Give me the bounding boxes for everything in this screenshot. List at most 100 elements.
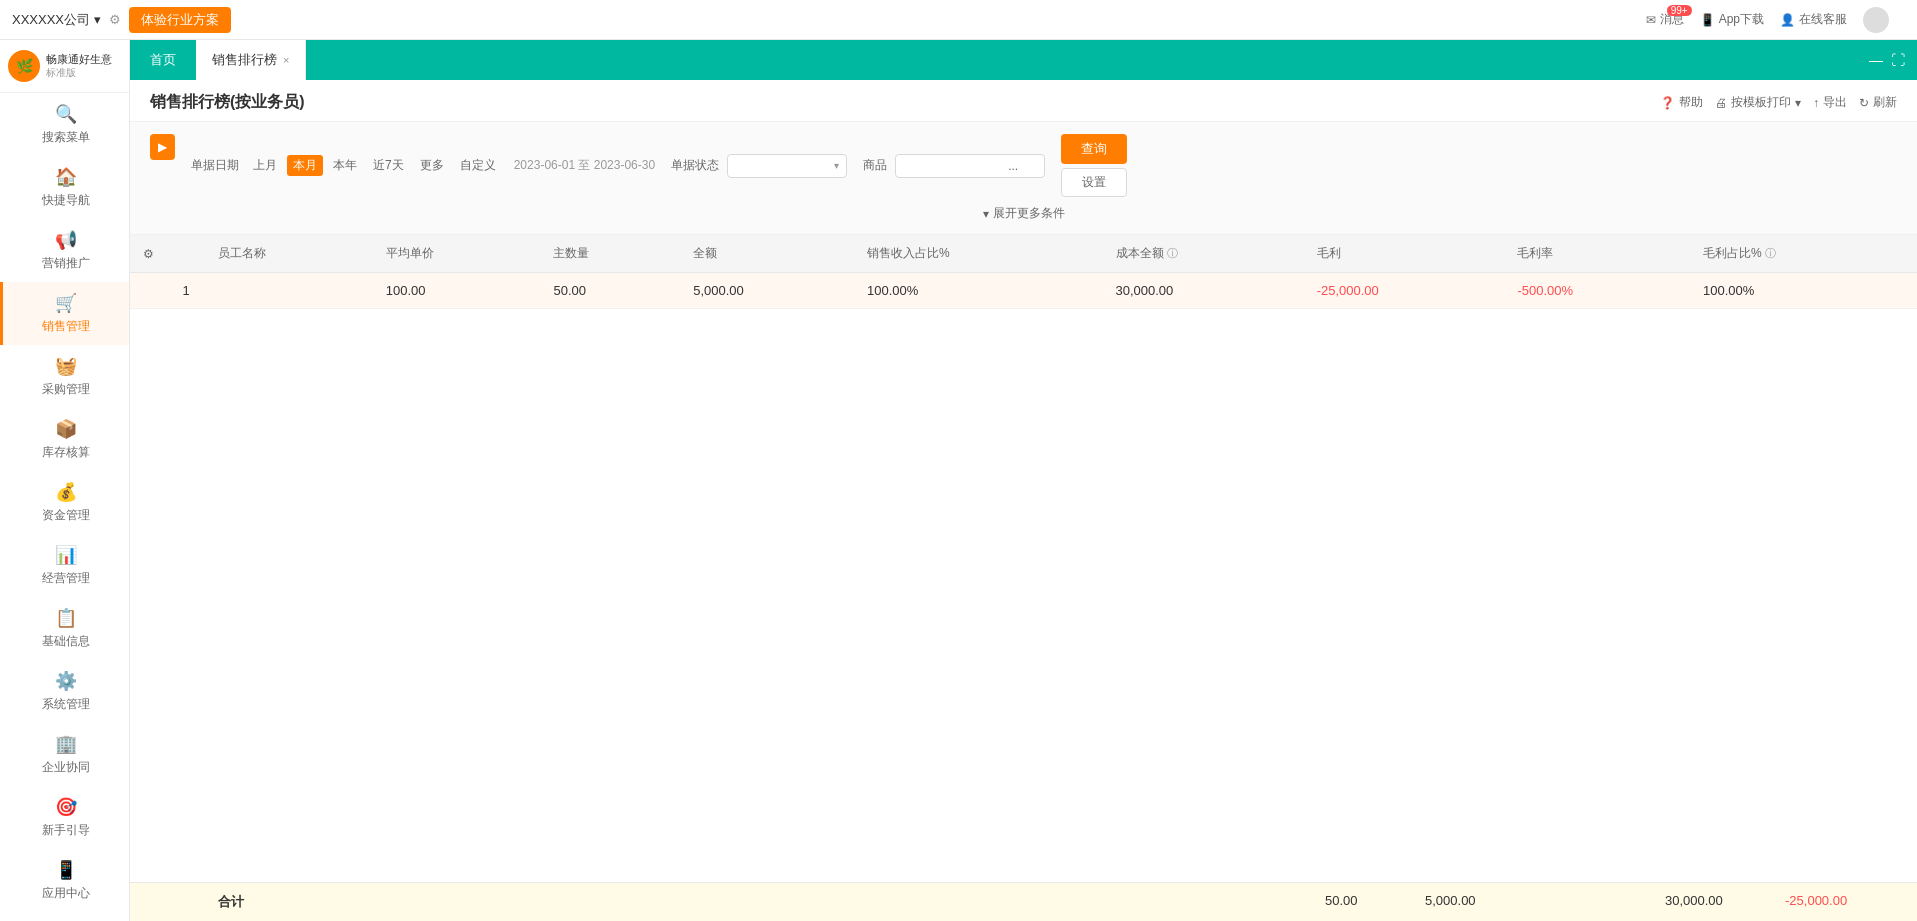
filter-expand-arrow[interactable]: ▶: [150, 134, 175, 160]
inventory-icon: 📦: [55, 418, 77, 440]
query-button[interactable]: 查询: [1061, 134, 1127, 164]
sidebar-label-finance: 资金管理: [42, 507, 90, 524]
goods-input[interactable]: ...: [895, 154, 1045, 178]
print-button[interactable]: 🖨 按模板打印 ▾: [1715, 94, 1801, 111]
print-icon: 🖨: [1715, 96, 1727, 110]
sidebar-item-operation[interactable]: 📊 经营管理: [0, 534, 129, 597]
cell-quantity: 50.00: [541, 273, 681, 309]
settings-button[interactable]: 设置: [1061, 168, 1127, 197]
sidebar-label-guide: 新手引导: [42, 822, 90, 839]
sidebar-label-sales: 销售管理: [42, 318, 90, 335]
table-row: 1 100.00 50.00: [130, 273, 1917, 309]
sidebar-item-apps[interactable]: 📱 应用中心: [0, 849, 129, 912]
sidebar: 🌿 畅康通好生意 标准版 🔍 搜索菜单 🏠 快捷导航 📢 营销推广 🛒 销售管理…: [0, 40, 130, 921]
filter-row: ▶ 单据日期 上月 本月 本年 近7天 更多 自定义 2023-: [150, 134, 1897, 197]
filter-status: 单据状态: [671, 154, 847, 178]
company-selector[interactable]: XXXXXX公司 ▾: [12, 11, 101, 29]
gear-icon-top[interactable]: ⚙: [109, 12, 121, 27]
online-service-button[interactable]: 👤 在线客服: [1780, 11, 1847, 28]
tab-home[interactable]: 首页: [130, 40, 196, 80]
cell-cost: 30,000.00: [1104, 273, 1305, 309]
tab-close-icon[interactable]: ×: [283, 54, 289, 66]
sidebar-item-purchase[interactable]: 🧺 采购管理: [0, 345, 129, 408]
date-current-month[interactable]: 本月: [287, 155, 323, 176]
date-prev-month[interactable]: 上月: [247, 155, 283, 176]
th-gross-rate: 毛利率: [1505, 235, 1691, 273]
sidebar-item-basic[interactable]: 📋 基础信息: [0, 597, 129, 660]
goods-more-icon[interactable]: ...: [1008, 159, 1018, 173]
expand-chevron-icon: ▾: [983, 207, 989, 221]
filter-area: ▶ 单据日期 上月 本月 本年 近7天 更多 自定义 2023-: [130, 122, 1917, 235]
gross-pct-info-icon[interactable]: ⓘ: [1765, 247, 1776, 259]
cell-gross-rate: -500.00%: [1505, 273, 1691, 309]
logo-area: 🌿 畅康通好生意 标准版: [0, 40, 129, 93]
app-download-button[interactable]: 📱 App下载: [1700, 11, 1764, 28]
tab-maximize-icon[interactable]: ⛶: [1891, 52, 1905, 68]
sidebar-label-basic: 基础信息: [42, 633, 90, 650]
refresh-icon: ↻: [1859, 96, 1869, 110]
sidebar-label-apps: 应用中心: [42, 885, 90, 902]
sidebar-item-enterprise[interactable]: 🏢 企业协同: [0, 723, 129, 786]
apps-icon: 📱: [55, 859, 77, 881]
expand-more-conditions[interactable]: ▾ 展开更多条件: [983, 205, 1065, 222]
tab-sales-ranking-label: 销售排行榜: [212, 51, 277, 69]
help-icon: ❓: [1660, 96, 1675, 110]
th-settings[interactable]: ⚙: [130, 235, 166, 273]
date-custom[interactable]: 自定义: [454, 155, 502, 176]
sidebar-label-enterprise: 企业协同: [42, 759, 90, 776]
sidebar-label-marketing: 营销推广: [42, 255, 90, 272]
help-button[interactable]: ❓ 帮助: [1660, 94, 1703, 111]
page-header: 销售排行榜(按业务员) ❓ 帮助 🖨 按模板打印 ▾ ↑: [130, 80, 1917, 122]
tab-right-actions: — ⛶: [1857, 40, 1917, 80]
avatar[interactable]: [1863, 7, 1889, 33]
header-actions: ❓ 帮助 🖨 按模板打印 ▾ ↑ 导出 ↻: [1660, 94, 1897, 111]
sidebar-item-marketing[interactable]: 📢 营销推广: [0, 219, 129, 282]
search-icon: 🔍: [55, 103, 77, 125]
message-icon: ✉: [1646, 13, 1656, 27]
export-button[interactable]: ↑ 导出: [1813, 94, 1847, 111]
date-7days[interactable]: 近7天: [367, 155, 410, 176]
content-area: 首页 销售排行榜 × — ⛶ 销售排行榜(按业务员) ❓ 帮助: [130, 40, 1917, 921]
sidebar-label-shortcut: 快捷导航: [42, 192, 90, 209]
table-footer: 合计 50.00 5,000.00 30,000.00 -25,000.00: [130, 882, 1917, 921]
refresh-button[interactable]: ↻ 刷新: [1859, 94, 1897, 111]
cell-gross: -25,000.00: [1305, 273, 1506, 309]
status-select-wrapper: [727, 154, 847, 178]
sidebar-item-search[interactable]: 🔍 搜索菜单: [0, 93, 129, 156]
th-quantity: 主数量: [541, 235, 681, 273]
status-select[interactable]: [727, 154, 847, 178]
cost-info-icon[interactable]: ⓘ: [1167, 247, 1178, 259]
top-right-actions: ✉ 消息 99+ 📱 App下载 👤 在线客服: [1646, 7, 1905, 33]
sidebar-item-system[interactable]: ⚙️ 系统管理: [0, 660, 129, 723]
try-industry-button[interactable]: 体验行业方案: [129, 7, 231, 33]
table-header-row: ⚙ 员工名称 平均单价 主数量: [130, 235, 1917, 273]
enterprise-icon: 🏢: [55, 733, 77, 755]
cell-avg-price: 100.00: [374, 273, 542, 309]
filter-goods: 商品 ...: [863, 154, 1045, 178]
tab-minimize-icon[interactable]: —: [1869, 52, 1883, 68]
sidebar-item-finance[interactable]: 💰 资金管理: [0, 471, 129, 534]
sidebar-label-operation: 经营管理: [42, 570, 90, 587]
help-label: 帮助: [1679, 94, 1703, 111]
goods-search-input[interactable]: [904, 159, 1004, 173]
sidebar-label-inventory: 库存核算: [42, 444, 90, 461]
tab-sales-ranking[interactable]: 销售排行榜 ×: [196, 40, 306, 80]
date-year[interactable]: 本年: [327, 155, 363, 176]
cell-settings: [130, 273, 166, 309]
date-more[interactable]: 更多: [414, 155, 450, 176]
th-gross-pct: 毛利占比% ⓘ: [1691, 235, 1917, 273]
message-button[interactable]: ✉ 消息 99+: [1646, 11, 1684, 28]
app-label: App下载: [1719, 11, 1764, 28]
sidebar-item-shortcut[interactable]: 🏠 快捷导航: [0, 156, 129, 219]
sidebar-item-wechat[interactable]: 💬 企业微信: [0, 912, 129, 921]
sidebar-item-sales[interactable]: 🛒 销售管理: [0, 282, 129, 345]
sidebar-item-inventory[interactable]: 📦 库存核算: [0, 408, 129, 471]
cell-rank: 1: [166, 273, 206, 309]
sidebar-item-guide[interactable]: 🎯 新手引导: [0, 786, 129, 849]
sidebar-label-search: 搜索菜单: [42, 129, 90, 146]
sidebar-label-system: 系统管理: [42, 696, 90, 713]
tab-bar: 首页 销售排行榜 × — ⛶: [130, 40, 1917, 80]
refresh-label: 刷新: [1873, 94, 1897, 111]
column-settings-icon[interactable]: ⚙: [143, 247, 154, 261]
logo-sub: 标准版: [46, 66, 112, 80]
